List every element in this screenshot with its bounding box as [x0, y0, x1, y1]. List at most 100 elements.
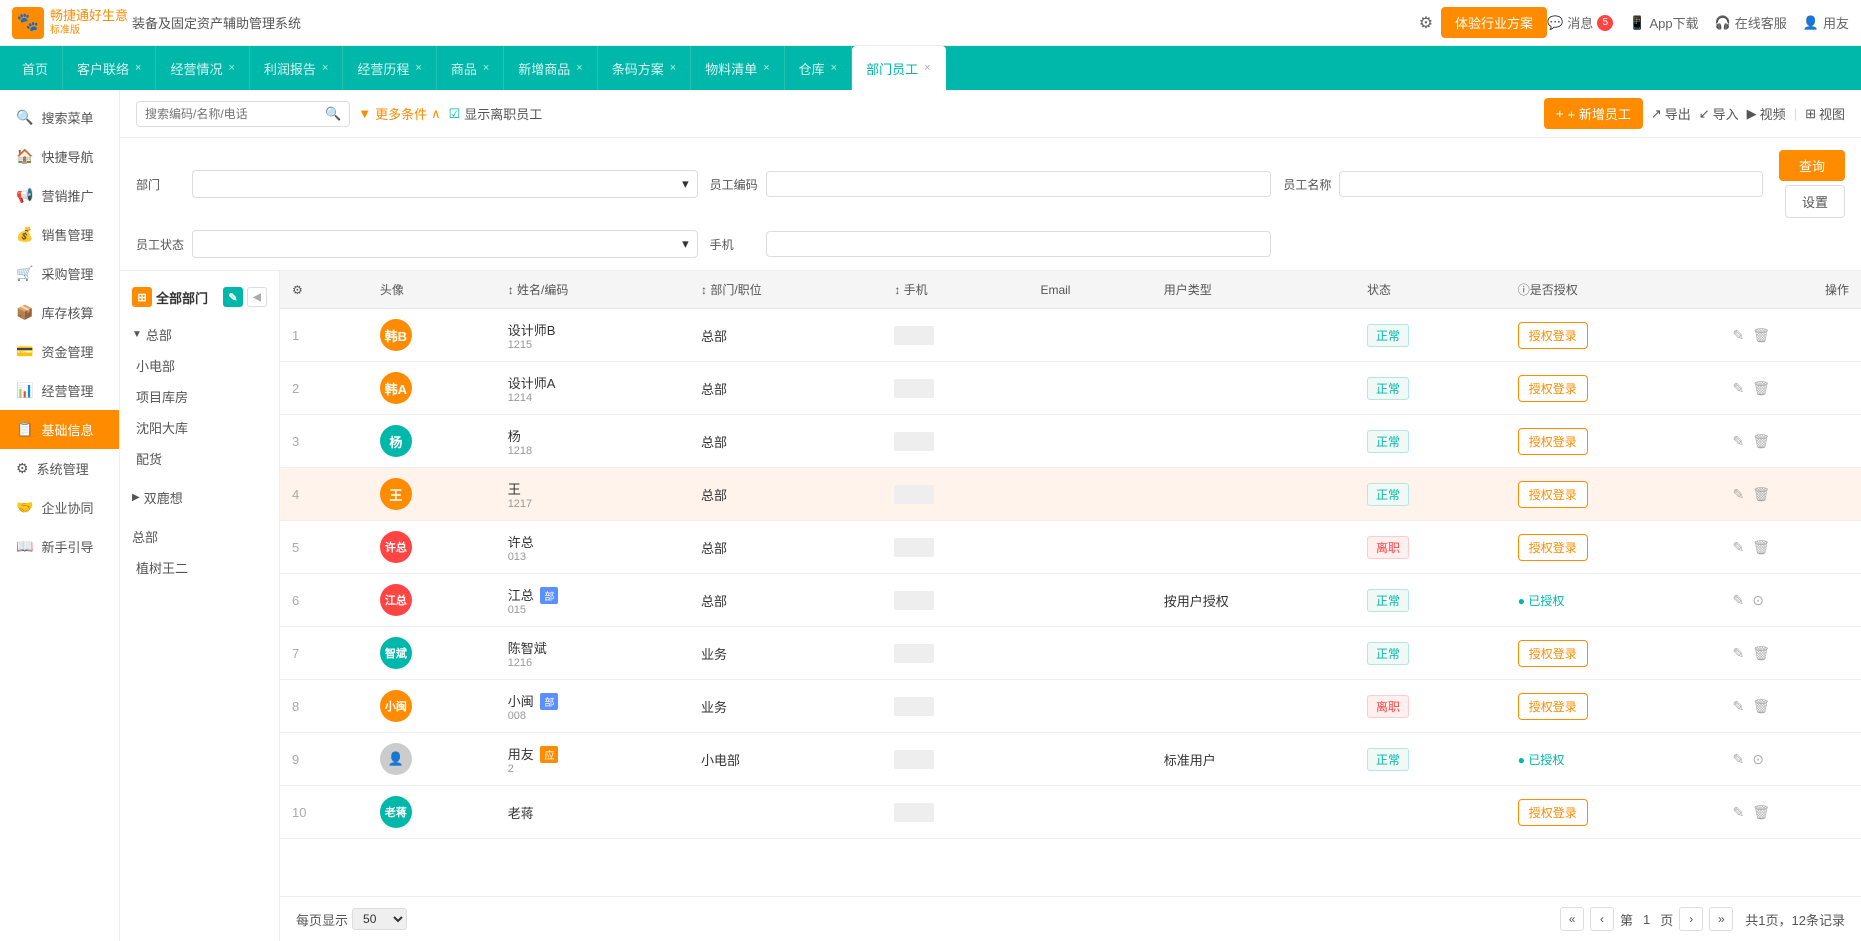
sidebar-item-basic[interactable]: 📋 基础信息 — [0, 410, 119, 449]
edit-icon[interactable]: ✎ — [1732, 698, 1744, 715]
query-button[interactable]: 查询 — [1779, 150, 1845, 181]
app-download-button[interactable]: 📱 App下载 — [1629, 13, 1698, 32]
dept-edit-icon[interactable]: ✎ — [223, 287, 243, 307]
export-button[interactable]: ↗ 导出 — [1651, 104, 1691, 123]
more-filter-button[interactable]: ▼ 更多条件 ∧ — [358, 104, 440, 123]
add-employee-button[interactable]: + + 新增员工 — [1544, 98, 1643, 129]
edit-icon[interactable]: ✎ — [1732, 804, 1744, 821]
service-icon: 🎧 — [1715, 15, 1731, 31]
collapse-icon-2: ▶ — [132, 492, 140, 503]
nav-tab-add-goods[interactable]: 新增商品 × — [504, 46, 597, 90]
reset-button[interactable]: 设置 — [1785, 185, 1845, 218]
edit-icon[interactable]: ✎ — [1732, 433, 1744, 450]
col-settings[interactable]: ⚙ — [280, 271, 368, 309]
auth-button[interactable]: 授权登录 — [1518, 428, 1588, 455]
auth-button[interactable]: 授权登录 — [1518, 640, 1588, 667]
dept-item-peihuo[interactable]: 配货 — [120, 443, 279, 474]
search-box[interactable]: 🔍 — [136, 101, 350, 127]
dept-item-project[interactable]: 项目库房 — [120, 381, 279, 412]
avatar: 江总 — [380, 584, 412, 616]
dept-select[interactable]: ▾ — [192, 170, 698, 198]
trial-button[interactable]: 体验行业方案 — [1441, 7, 1547, 38]
video-button[interactable]: ▶ 视频 — [1747, 104, 1786, 123]
first-page-button[interactable]: « — [1560, 907, 1584, 931]
dept-item-zhushu[interactable]: 植树王二 — [120, 552, 279, 583]
delete-icon[interactable]: 🗑 — [1752, 804, 1770, 821]
sidebar-item-search[interactable]: 🔍 搜索菜单 — [0, 98, 119, 137]
emp-status-select[interactable]: ▾ — [192, 230, 698, 258]
nav-tab-profit[interactable]: 利润报告 × — [250, 46, 343, 90]
delete-icon[interactable]: 🗑 — [1752, 486, 1770, 503]
phone-input[interactable] — [766, 231, 1272, 257]
copy-icon[interactable]: ⊙ — [1752, 592, 1764, 609]
nav-tab-home[interactable]: 首页 — [8, 46, 63, 90]
edit-icon[interactable]: ✎ — [1732, 327, 1744, 344]
settings-icon[interactable]: ⚙ — [1419, 13, 1433, 33]
delete-icon[interactable]: 🗑 — [1752, 327, 1770, 344]
sidebar-item-guide[interactable]: 📖 新手引导 — [0, 527, 119, 566]
dept-item-shenyang[interactable]: 沈阳大库 — [120, 412, 279, 443]
auth-button[interactable]: 授权登录 — [1518, 481, 1588, 508]
online-service-button[interactable]: 🎧 在线客服 — [1715, 13, 1787, 32]
nav-tab-goods[interactable]: 商品 × — [437, 46, 504, 90]
col-phone[interactable]: ↕ 手机 — [882, 271, 1028, 309]
nav-tab-warehouse[interactable]: 仓库 × — [785, 46, 852, 90]
sidebar-item-business[interactable]: 📊 经营管理 — [0, 371, 119, 410]
search-input[interactable] — [145, 107, 325, 121]
auth-button[interactable]: 授权登录 — [1518, 693, 1588, 720]
edit-icon[interactable]: ✎ — [1732, 751, 1744, 768]
import-button[interactable]: ↙ 导入 — [1699, 104, 1739, 123]
sidebar-item-system[interactable]: ⚙ 系统管理 — [0, 449, 119, 488]
sidebar-item-finance[interactable]: 💳 资金管理 — [0, 332, 119, 371]
table-row: 10 老蒋 老蒋 授权登录 ✎🗑 — [280, 786, 1861, 839]
nav-tab-barcode[interactable]: 条码方案 × — [598, 46, 691, 90]
dept-group-head-header[interactable]: ▼ 总部 — [120, 319, 279, 350]
nav-tab-operation[interactable]: 经营情况 × — [156, 46, 249, 90]
delete-icon[interactable]: 🗑 — [1752, 698, 1770, 715]
dept-item-xiaodian[interactable]: 小电部 — [120, 350, 279, 381]
collapse-button[interactable]: ◀ — [247, 287, 267, 307]
dept-sidebar: ⊞ 全部部门 ✎ ◀ ▼ 总部 小电部 项目库房 沈阳大库 配货 — [120, 271, 280, 941]
sidebar-item-marketing[interactable]: 📢 营销推广 — [0, 176, 119, 215]
avatar: 许总 — [380, 531, 412, 563]
user-button[interactable]: 👤 用友 — [1803, 13, 1849, 32]
auth-button[interactable]: 授权登录 — [1518, 375, 1588, 402]
col-name[interactable]: ↕ 姓名/编码 — [496, 271, 689, 309]
dept-group-shuanglu-header[interactable]: ▶ 双鹿想 — [120, 482, 279, 513]
auth-button[interactable]: 授权登录 — [1518, 799, 1588, 826]
show-disabled-toggle[interactable]: ☑ 显示离职员工 — [449, 104, 543, 123]
emp-code-input[interactable] — [766, 171, 1272, 197]
delete-icon[interactable]: 🗑 — [1752, 645, 1770, 662]
emp-name-input[interactable] — [1339, 171, 1763, 197]
edit-icon[interactable]: ✎ — [1732, 592, 1744, 609]
prev-page-button[interactable]: ‹ — [1590, 907, 1614, 931]
last-page-button[interactable]: » — [1709, 907, 1733, 931]
col-dept[interactable]: ↕ 部门/职位 — [689, 271, 882, 309]
auth-button[interactable]: 授权登录 — [1518, 534, 1588, 561]
edit-icon[interactable]: ✎ — [1732, 539, 1744, 556]
view-button[interactable]: ⊞ 视图 — [1805, 104, 1845, 123]
sidebar-item-nav[interactable]: 🏠 快捷导航 — [0, 137, 119, 176]
edit-icon[interactable]: ✎ — [1732, 380, 1744, 397]
delete-icon[interactable]: 🗑 — [1752, 380, 1770, 397]
filter-row-code: 员工编码 — [710, 171, 1272, 197]
edit-icon[interactable]: ✎ — [1732, 486, 1744, 503]
import-icon: ↙ — [1699, 106, 1710, 122]
edit-icon[interactable]: ✎ — [1732, 645, 1744, 662]
nav-tab-staff[interactable]: 部门员工 × — [852, 46, 945, 90]
sidebar-item-sales[interactable]: 💰 销售管理 — [0, 215, 119, 254]
delete-icon[interactable]: 🗑 — [1752, 433, 1770, 450]
sidebar-item-inventory[interactable]: 📦 库存核算 — [0, 293, 119, 332]
nav-tab-customer[interactable]: 客户联络 × — [63, 46, 156, 90]
sidebar-item-purchase[interactable]: 🛒 采购管理 — [0, 254, 119, 293]
delete-icon[interactable]: 🗑 — [1752, 539, 1770, 556]
auth-button[interactable]: 授权登录 — [1518, 322, 1588, 349]
dept-group-zongbu-header[interactable]: 总部 — [120, 521, 279, 552]
message-button[interactable]: 💬 消息 5 — [1547, 13, 1613, 32]
sidebar-item-collab[interactable]: 🤝 企业协同 — [0, 488, 119, 527]
nav-tab-bom[interactable]: 物料清单 × — [691, 46, 784, 90]
page-size-select[interactable]: 50 100 200 — [352, 908, 407, 930]
copy-icon[interactable]: ⊙ — [1752, 751, 1764, 768]
next-page-button[interactable]: › — [1679, 907, 1703, 931]
nav-tab-history[interactable]: 经营历程 × — [343, 46, 436, 90]
